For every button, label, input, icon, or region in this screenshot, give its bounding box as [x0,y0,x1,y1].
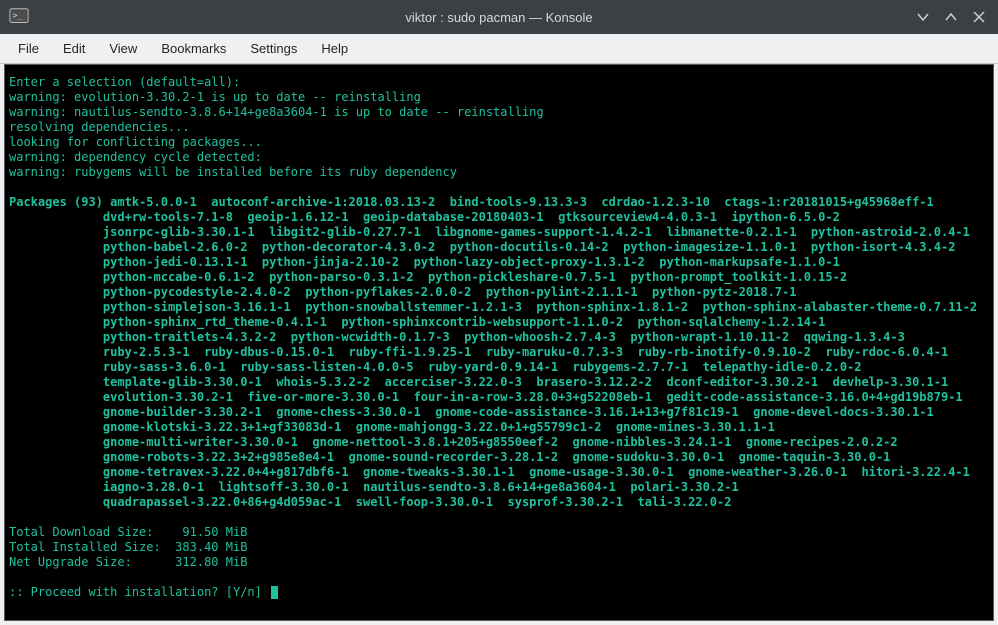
konsole-window: >_ viktor : sudo pacman — Konsole File E… [0,0,998,625]
terminal[interactable]: Enter a selection (default=all): warning… [4,64,994,621]
terminal-output: Enter a selection (default=all): warning… [9,75,989,600]
menu-file[interactable]: File [6,36,51,61]
window-controls [912,6,998,28]
menu-settings[interactable]: Settings [238,36,309,61]
menu-view[interactable]: View [97,36,149,61]
menu-edit[interactable]: Edit [51,36,97,61]
chevron-down-icon [916,10,930,24]
app-icon: >_ [8,6,30,28]
window-title: viktor : sudo pacman — Konsole [0,10,998,25]
titlebar: >_ viktor : sudo pacman — Konsole [0,0,998,34]
maximize-button[interactable] [940,6,962,28]
menu-bookmarks[interactable]: Bookmarks [149,36,238,61]
chevron-up-icon [944,10,958,24]
menubar: File Edit View Bookmarks Settings Help [0,34,998,64]
close-icon [972,10,986,24]
terminal-frame: Enter a selection (default=all): warning… [0,64,998,625]
minimize-button[interactable] [912,6,934,28]
menu-help[interactable]: Help [309,36,360,61]
close-button[interactable] [968,6,990,28]
svg-text:>_: >_ [13,10,23,20]
